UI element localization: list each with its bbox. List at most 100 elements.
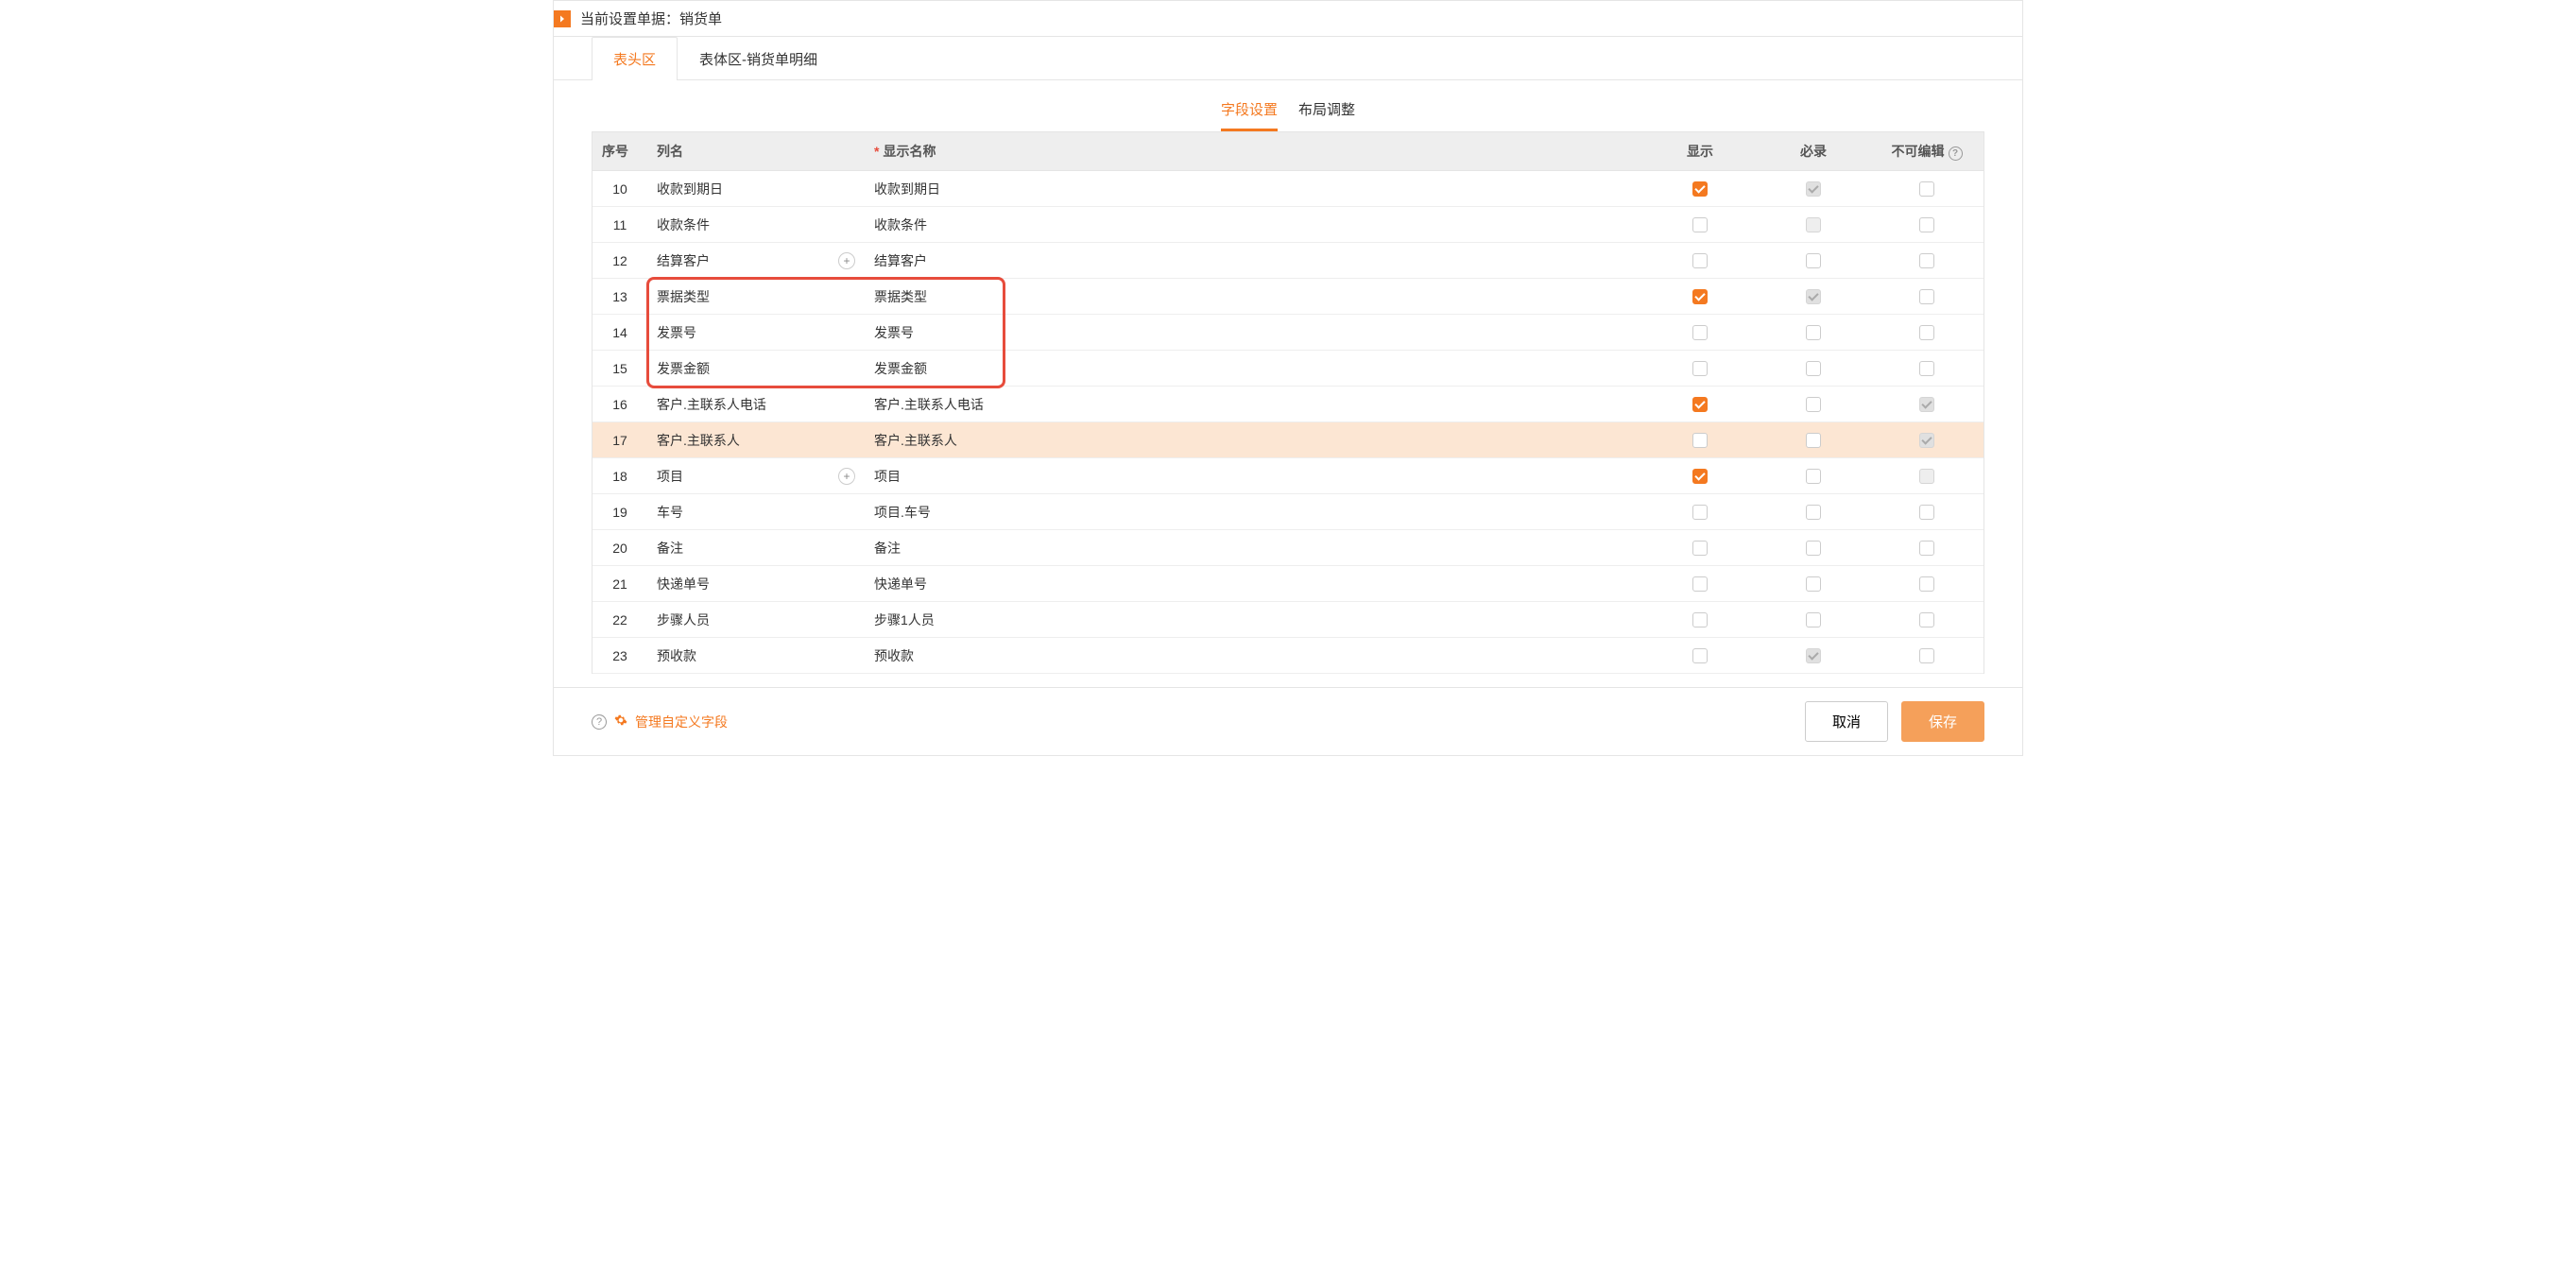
main-tabs-wrap: 表头区表体区-销货单明细 — [554, 37, 2022, 80]
row-readonly-cell — [1870, 611, 1984, 627]
question-icon[interactable]: ? — [592, 714, 607, 730]
row-seq: 14 — [592, 325, 647, 340]
show-checkbox[interactable] — [1692, 505, 1708, 520]
readonly-checkbox[interactable] — [1919, 541, 1934, 556]
row-readonly-cell — [1870, 360, 1984, 376]
row-readonly-cell — [1870, 216, 1984, 232]
sub-tab-0[interactable]: 字段设置 — [1221, 94, 1278, 131]
show-checkbox[interactable] — [1692, 361, 1708, 376]
table-row[interactable]: 23预收款预收款 — [592, 638, 1984, 674]
manage-custom-fields-link[interactable]: 管理自定义字段 — [635, 713, 728, 731]
show-checkbox[interactable] — [1692, 397, 1708, 412]
row-display-name[interactable]: 预收款 — [865, 646, 1643, 665]
row-display-name[interactable]: 备注 — [865, 539, 1643, 558]
readonly-checkbox[interactable] — [1919, 612, 1934, 627]
required-checkbox[interactable] — [1806, 612, 1821, 627]
show-checkbox[interactable] — [1692, 289, 1708, 304]
row-colname: 发票金额 — [657, 359, 710, 378]
show-checkbox[interactable] — [1692, 469, 1708, 484]
row-display-name[interactable]: 快递单号 — [865, 575, 1643, 593]
readonly-checkbox[interactable] — [1919, 648, 1934, 663]
row-display-name[interactable]: 收款条件 — [865, 215, 1643, 234]
readonly-checkbox[interactable] — [1919, 505, 1934, 520]
table-row[interactable]: 11收款条件收款条件 — [592, 207, 1984, 243]
table-row[interactable]: 14 发票号 发票号 — [592, 315, 1984, 351]
row-colname-cell: 快递单号 — [647, 575, 865, 593]
row-readonly-cell — [1870, 324, 1984, 340]
table-row[interactable]: 17客户.主联系人客户.主联系人 — [592, 422, 1984, 458]
row-seq: 12 — [592, 253, 647, 268]
row-display-name[interactable]: 票据类型 — [865, 287, 1643, 306]
show-checkbox[interactable] — [1692, 612, 1708, 627]
table-row[interactable]: 12结算客户+结算客户 — [592, 243, 1984, 279]
readonly-checkbox[interactable] — [1919, 576, 1934, 592]
col-seq: 序号 — [592, 142, 647, 161]
required-checkbox[interactable] — [1806, 469, 1821, 484]
row-colname: 步骤人员 — [657, 610, 710, 629]
row-display-name[interactable]: 结算客户 — [865, 251, 1643, 270]
readonly-checkbox[interactable] — [1919, 361, 1934, 376]
row-display-name[interactable]: 收款到期日 — [865, 180, 1643, 198]
row-colname-cell: 发票号 — [647, 323, 865, 342]
readonly-checkbox[interactable] — [1919, 181, 1934, 197]
sub-tabs: 字段设置布局调整 — [554, 80, 2022, 131]
col-show: 显示 — [1643, 142, 1757, 161]
main-tab-1[interactable]: 表体区-销货单明细 — [678, 37, 839, 80]
required-checkbox[interactable] — [1806, 576, 1821, 592]
add-child-button[interactable]: + — [838, 252, 855, 269]
row-display-name[interactable]: 客户.主联系人电话 — [865, 395, 1643, 414]
readonly-checkbox — [1919, 397, 1934, 412]
table-row[interactable]: 22步骤人员步骤1人员 — [592, 602, 1984, 638]
show-checkbox[interactable] — [1692, 325, 1708, 340]
table-row[interactable]: 21快递单号快递单号 — [592, 566, 1984, 602]
row-colname-cell: 客户.主联系人电话 — [647, 395, 865, 414]
row-display-name[interactable]: 步骤1人员 — [865, 610, 1643, 629]
cancel-button[interactable]: 取消 — [1805, 701, 1888, 742]
row-colname-cell: 备注 — [647, 539, 865, 558]
readonly-checkbox[interactable] — [1919, 325, 1934, 340]
col-display-name: *显示名称 — [865, 142, 1643, 161]
collapse-sidebar-button[interactable] — [554, 10, 571, 27]
row-display-name[interactable]: 项目 — [865, 467, 1643, 486]
sub-tab-1[interactable]: 布局调整 — [1298, 94, 1355, 131]
show-checkbox[interactable] — [1692, 648, 1708, 663]
row-seq: 18 — [592, 469, 647, 484]
row-display-name[interactable]: 客户.主联系人 — [865, 431, 1643, 450]
show-checkbox[interactable] — [1692, 576, 1708, 592]
required-checkbox[interactable] — [1806, 433, 1821, 448]
row-colname-cell: 发票金额 — [647, 359, 865, 378]
show-checkbox[interactable] — [1692, 181, 1708, 197]
show-checkbox[interactable] — [1692, 253, 1708, 268]
required-checkbox[interactable] — [1806, 325, 1821, 340]
row-readonly-cell — [1870, 576, 1984, 592]
help-icon[interactable]: ? — [1949, 146, 1963, 161]
table-row[interactable]: 13票据类型票据类型 — [592, 279, 1984, 315]
row-required-cell — [1757, 324, 1870, 340]
required-checkbox[interactable] — [1806, 397, 1821, 412]
table-row[interactable]: 18项目+项目 — [592, 458, 1984, 494]
readonly-checkbox[interactable] — [1919, 289, 1934, 304]
show-checkbox[interactable] — [1692, 433, 1708, 448]
row-required-cell — [1757, 540, 1870, 556]
add-child-button[interactable]: + — [838, 468, 855, 485]
row-display-name[interactable]: 发票号 — [865, 323, 1643, 342]
required-checkbox[interactable] — [1806, 541, 1821, 556]
readonly-checkbox[interactable] — [1919, 253, 1934, 268]
required-checkbox[interactable] — [1806, 253, 1821, 268]
required-checkbox[interactable] — [1806, 505, 1821, 520]
table-row[interactable]: 16客户.主联系人电话客户.主联系人电话 — [592, 387, 1984, 422]
row-display-name[interactable]: 发票金额 — [865, 359, 1643, 378]
required-checkbox[interactable] — [1806, 361, 1821, 376]
main-tab-0[interactable]: 表头区 — [592, 37, 678, 80]
save-button[interactable]: 保存 — [1901, 701, 1984, 742]
table-row[interactable]: 20备注备注 — [592, 530, 1984, 566]
row-display-name[interactable]: 项目.车号 — [865, 503, 1643, 522]
table-row[interactable]: 19车号项目.车号 — [592, 494, 1984, 530]
table-row[interactable]: 15发票金额发票金额 — [592, 351, 1984, 387]
show-checkbox[interactable] — [1692, 541, 1708, 556]
row-colname: 发票号 — [657, 323, 696, 342]
readonly-checkbox[interactable] — [1919, 217, 1934, 232]
row-colname: 备注 — [657, 539, 683, 558]
table-row[interactable]: 10收款到期日收款到期日 — [592, 171, 1984, 207]
show-checkbox[interactable] — [1692, 217, 1708, 232]
